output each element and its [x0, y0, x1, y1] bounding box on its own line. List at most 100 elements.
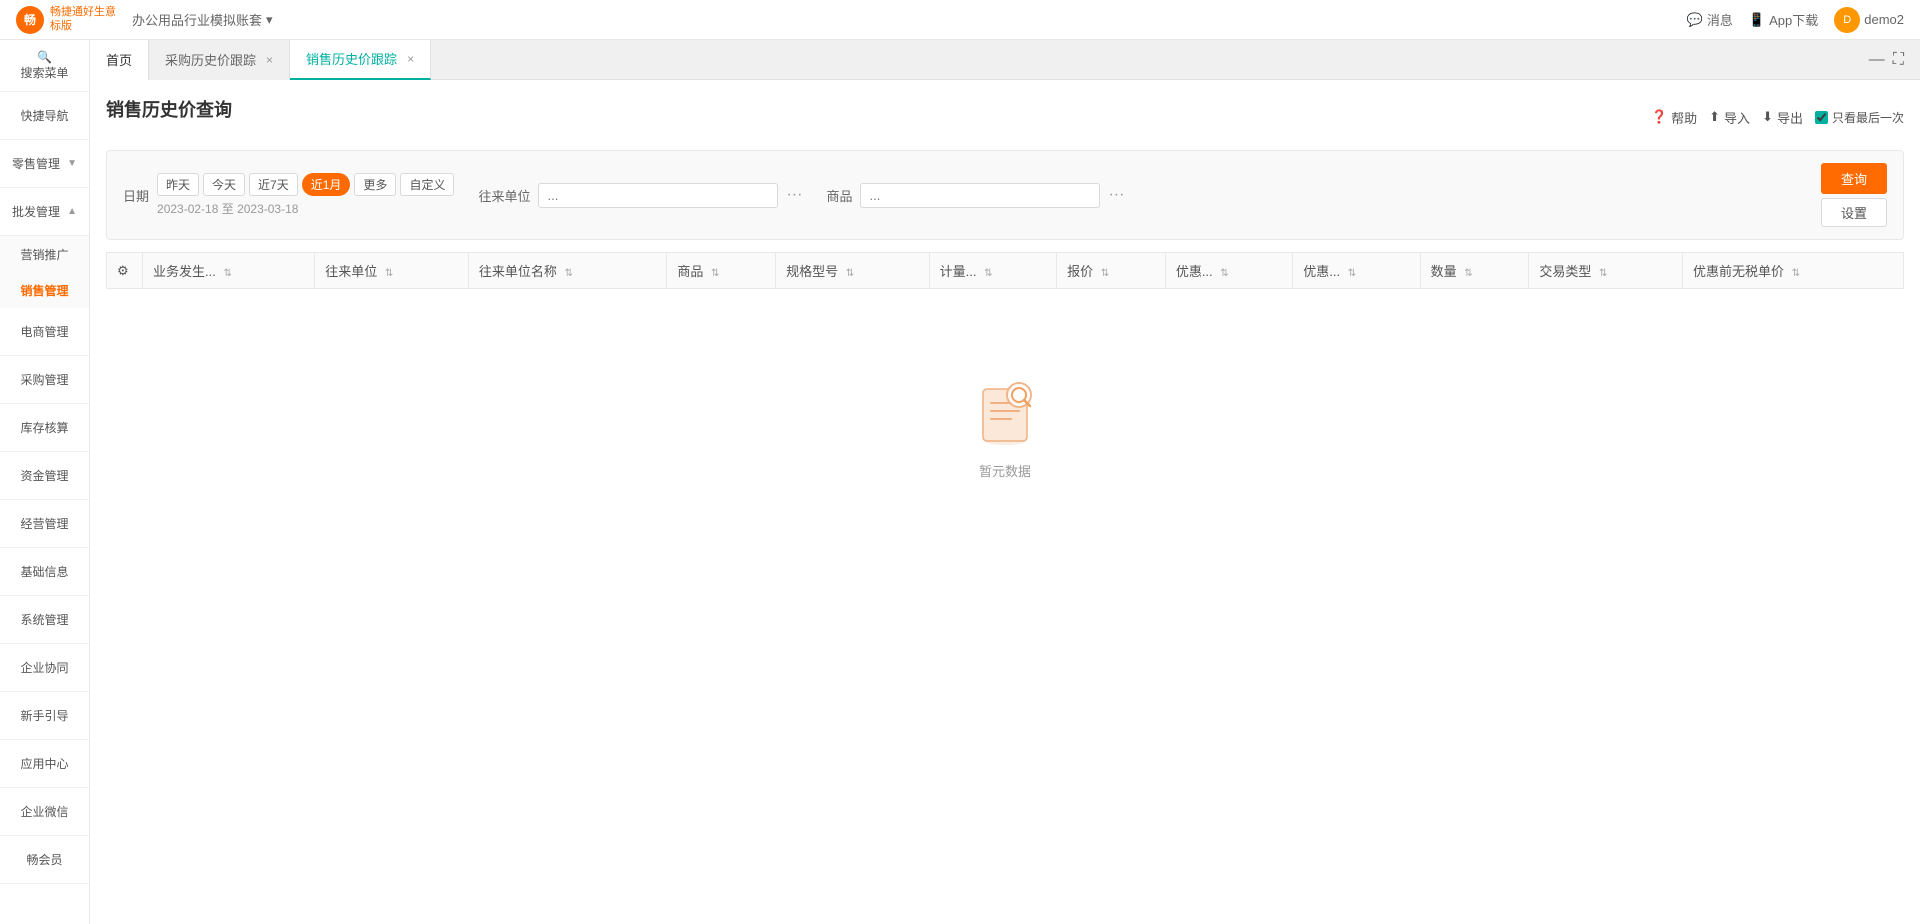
counterpart-input[interactable] — [538, 183, 778, 208]
th-pre-tax-label: 优惠前无税单价 — [1693, 264, 1784, 279]
sort-icon-pre-tax: ⇅ — [1792, 268, 1800, 279]
th-unit-label: 计量... — [940, 264, 977, 279]
th-unit[interactable]: 计量... ⇅ — [929, 253, 1056, 289]
only-last-input[interactable] — [1815, 111, 1828, 124]
user-profile[interactable]: D demo2 — [1834, 7, 1904, 33]
sidebar-item-inventory[interactable]: 库存核算 — [0, 404, 89, 452]
sidebar-item-sales-mgmt[interactable]: 销售管理 — [0, 272, 89, 308]
th-spec[interactable]: 规格型号 ⇅ — [776, 253, 930, 289]
th-trade-type[interactable]: 交易类型 ⇅ — [1529, 253, 1683, 289]
logo-icon: 畅 — [16, 6, 44, 34]
sidebar-item-purchase[interactable]: 采购管理 — [0, 356, 89, 404]
th-discount1[interactable]: 优惠... ⇅ — [1165, 253, 1292, 289]
date-btn-1month[interactable]: 近1月 — [302, 173, 351, 196]
date-btn-custom[interactable]: 自定义 — [400, 173, 454, 196]
sales-mgmt-label: 销售管理 — [20, 282, 68, 299]
sidebar-item-marketing[interactable]: 营销推广 — [0, 236, 89, 272]
product-dots-icon[interactable]: ··· — [1108, 186, 1124, 204]
chevron-down-icon: ▾ — [266, 12, 273, 28]
date-btn-today[interactable]: 今天 — [203, 173, 245, 196]
th-counterpart-name[interactable]: 往来单位名称 ⇅ — [468, 253, 666, 289]
th-quantity-label: 数量 — [1431, 264, 1457, 279]
sidebar-item-operation[interactable]: 经营管理 — [0, 500, 89, 548]
sidebar-item-finance[interactable]: 资金管理 — [0, 452, 89, 500]
sidebar-item-retail[interactable]: 零售管理 ▼ — [0, 140, 89, 188]
sidebar-item-system[interactable]: 系统管理 — [0, 596, 89, 644]
sidebar-item-basic-info[interactable]: 基础信息 — [0, 548, 89, 596]
th-discount2[interactable]: 优惠... ⇅ — [1293, 253, 1420, 289]
filter-area: 日期 昨天 今天 近7天 近1月 更多 自定义 2023-02-18 至 202… — [106, 150, 1904, 240]
username-label: demo2 — [1864, 12, 1904, 27]
minimize-icon[interactable]: — — [1869, 51, 1885, 69]
product-input[interactable] — [860, 183, 1100, 208]
date-btn-7days[interactable]: 近7天 — [249, 173, 298, 196]
sidebar-item-search-menu[interactable]: 🔍 搜索菜单 — [0, 40, 89, 92]
sidebar-item-ecommerce[interactable]: 电商管理 — [0, 308, 89, 356]
th-quote[interactable]: 报价 ⇅ — [1057, 253, 1166, 289]
app-selector[interactable]: 办公用品行业模拟账套 ▾ — [124, 6, 281, 33]
settings-button[interactable]: 设置 — [1821, 198, 1887, 227]
sales-history-close-icon[interactable]: × — [407, 52, 414, 66]
sort-icon-discount2: ⇅ — [1348, 268, 1356, 279]
logo-line1: 畅捷通好生意 — [50, 6, 116, 19]
purchase-history-close-icon[interactable]: × — [266, 53, 273, 67]
tab-home[interactable]: 首页 — [90, 40, 149, 80]
vip-label: 畅会员 — [26, 851, 62, 868]
export-icon: ⬇ — [1762, 109, 1773, 125]
counterpart-dots-icon[interactable]: ··· — [786, 186, 802, 204]
sort-icon-quote: ⇅ — [1101, 268, 1109, 279]
th-counterpart-name-label: 往来单位名称 — [479, 264, 557, 279]
th-trade-type-label: 交易类型 — [1539, 264, 1591, 279]
main-layout: 🔍 搜索菜单 快捷导航 零售管理 ▼ 批发管理 ▲ 营销推广 销售管理 电商管理… — [0, 40, 1920, 924]
maximize-icon[interactable]: ⛶ — [1893, 51, 1904, 69]
tab-bar: 首页 采购历史价跟踪 × 销售历史价跟踪 × — ⛶ — [90, 40, 1920, 80]
counterpart-filter-group: 往来单位 ··· — [478, 183, 802, 208]
th-counterpart[interactable]: 往来单位 ⇅ — [315, 253, 469, 289]
logo-line2: 标版 — [50, 20, 116, 33]
content-area: 首页 采购历史价跟踪 × 销售历史价跟踪 × — ⛶ 销售历史价查询 — [90, 40, 1920, 924]
purchase-history-tab-label: 采购历史价跟踪 — [165, 50, 256, 69]
sort-icon-spec: ⇅ — [846, 268, 854, 279]
sidebar-item-enterprise-coop[interactable]: 企业协同 — [0, 644, 89, 692]
tab-sales-history[interactable]: 销售历史价跟踪 × — [290, 40, 431, 80]
sidebar-item-new-guide[interactable]: 新手引导 — [0, 692, 89, 740]
sidebar-item-enterprise-wechat[interactable]: 企业微信 — [0, 788, 89, 836]
query-button[interactable]: 查询 — [1821, 163, 1887, 194]
help-button[interactable]: ❓ 帮助 — [1651, 108, 1697, 127]
th-product[interactable]: 商品 ⇅ — [667, 253, 776, 289]
import-button[interactable]: ⬆ 导入 — [1709, 108, 1750, 127]
th-counterpart-label: 往来单位 — [325, 264, 377, 279]
th-quantity[interactable]: 数量 ⇅ — [1420, 253, 1529, 289]
avatar-initials: D — [1843, 14, 1851, 26]
ecommerce-label: 电商管理 — [20, 323, 68, 340]
sort-icon-product: ⇅ — [711, 268, 719, 279]
th-product-label: 商品 — [677, 264, 703, 279]
logo-area: 畅 畅捷通好生意 标版 — [16, 6, 116, 34]
import-icon: ⬆ — [1709, 109, 1720, 125]
only-last-checkbox[interactable]: 只看最后一次 — [1815, 109, 1904, 126]
date-btn-yesterday[interactable]: 昨天 — [157, 173, 199, 196]
sidebar-item-quick-nav[interactable]: 快捷导航 — [0, 92, 89, 140]
date-btn-more[interactable]: 更多 — [354, 173, 396, 196]
sidebar-item-app-center[interactable]: 应用中心 — [0, 740, 89, 788]
export-button[interactable]: ⬇ 导出 — [1762, 108, 1803, 127]
sort-icon-trade-type: ⇅ — [1599, 268, 1607, 279]
column-settings-icon[interactable]: ⚙ — [117, 263, 129, 278]
new-guide-label: 新手引导 — [20, 707, 68, 724]
download-icon: 📱 — [1749, 12, 1765, 28]
help-label: 帮助 — [1671, 108, 1697, 127]
th-biz-date[interactable]: 业务发生... ⇅ — [143, 253, 315, 289]
logo-abbr: 畅 — [24, 11, 36, 28]
message-button[interactable]: 💬 消息 — [1687, 10, 1733, 29]
wholesale-label: 批发管理 — [12, 203, 60, 220]
date-filter-label: 日期 — [123, 186, 149, 205]
sidebar-item-vip[interactable]: 畅会员 — [0, 836, 89, 884]
sidebar-item-wholesale[interactable]: 批发管理 ▲ — [0, 188, 89, 236]
app-download-label: App下载 — [1769, 10, 1818, 29]
th-biz-date-label: 业务发生... — [153, 264, 216, 279]
basic-info-label: 基础信息 — [20, 563, 68, 580]
th-settings[interactable]: ⚙ — [107, 253, 143, 289]
tab-purchase-history[interactable]: 采购历史价跟踪 × — [149, 40, 290, 80]
th-pre-tax[interactable]: 优惠前无税单价 ⇅ — [1682, 253, 1903, 289]
app-download-button[interactable]: 📱 App下载 — [1749, 10, 1818, 29]
